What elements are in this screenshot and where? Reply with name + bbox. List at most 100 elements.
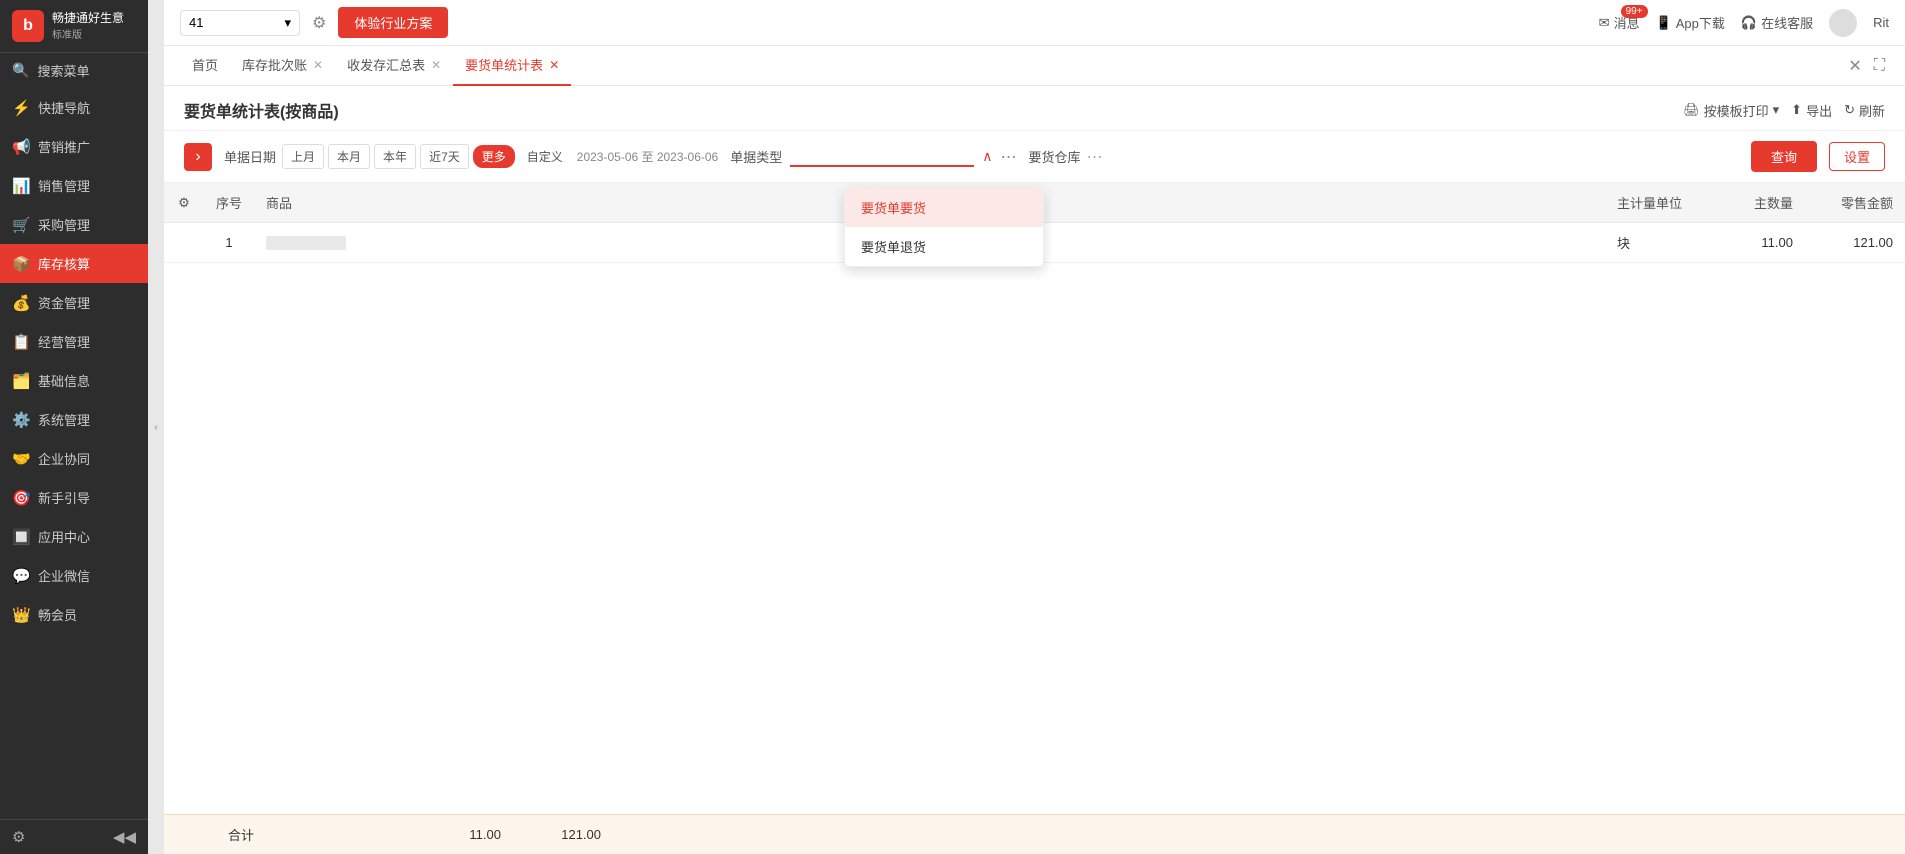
query-btn[interactable]: 查询	[1751, 141, 1817, 172]
type-more-icon[interactable]: ⋯	[1000, 147, 1016, 167]
tab-order-summary-close[interactable]: ✕	[549, 58, 559, 72]
sidebar-item-label: 采购管理	[38, 215, 90, 234]
row-num-cell: 1	[204, 223, 254, 263]
messages-btn[interactable]: ✉ 消息 99+	[1599, 13, 1640, 32]
tab-inventory-batch-close[interactable]: ✕	[313, 58, 323, 72]
row-qty-cell: 11.00	[1705, 223, 1805, 263]
dropdown-item-order-goods[interactable]: 要货单要货	[845, 188, 1043, 227]
this-year-btn[interactable]: 本年	[374, 144, 416, 169]
message-icon: ✉	[1599, 15, 1610, 31]
sidebar-item-quick-nav[interactable]: ⚡ 快捷导航	[0, 88, 148, 127]
sidebar-item-system[interactable]: ⚙️ 系统管理	[0, 400, 148, 439]
settings-btn[interactable]: 设置	[1829, 142, 1885, 171]
main-area: 41 ▾ ⚙ 体验行业方案 ✉ 消息 99+ 📱 App下载 🎧 在线客服 Ri…	[164, 0, 1905, 854]
type-filter-input[interactable]	[790, 146, 974, 167]
warehouse-more-icon[interactable]: ⋯	[1087, 147, 1103, 167]
print-chevron-icon: ▾	[1773, 102, 1780, 118]
logo-name: 畅捷通好生意	[52, 11, 124, 27]
sidebar-item-label: 营销推广	[38, 137, 90, 156]
tabs-actions: ✕ ⛶	[1844, 54, 1889, 78]
printer-icon: 🖨	[1683, 102, 1700, 118]
basic-icon: 🗂️	[12, 372, 30, 390]
sidebar-item-guide[interactable]: 🎯 新手引导	[0, 478, 148, 517]
tab-order-summary-label: 要货单统计表	[465, 55, 543, 74]
tab-receive-summary[interactable]: 收发存汇总表 ✕	[335, 46, 453, 86]
sidebar-item-label: 应用中心	[38, 527, 90, 546]
tab-receive-summary-label: 收发存汇总表	[347, 55, 425, 74]
dropdown-item-order-return[interactable]: 要货单退货	[845, 227, 1043, 266]
row-settings-cell	[164, 223, 204, 263]
dropdown-item-label: 要货单要货	[861, 201, 926, 216]
sidebar-search[interactable]: 🔍 搜索菜单	[0, 53, 148, 88]
tab-receive-summary-close[interactable]: ✕	[431, 58, 441, 72]
user-avatar[interactable]	[1829, 9, 1857, 37]
sidebar-search-label: 搜索菜单	[37, 61, 89, 80]
row-unit-cell: 块	[1605, 223, 1705, 263]
custom-date-btn[interactable]: 自定义	[519, 145, 571, 168]
store-selector[interactable]: 41 ▾	[180, 10, 300, 36]
collapse-icon[interactable]: ◀◀	[113, 828, 136, 846]
print-template-btn[interactable]: 🖨 按模板打印 ▾	[1683, 101, 1779, 120]
sidebar-item-enterprise[interactable]: 🤝 企业协同	[0, 439, 148, 478]
row-amount-cell: 121.00	[1805, 223, 1905, 263]
sidebar-item-operation[interactable]: 📋 经营管理	[0, 322, 148, 361]
app-download-label: App下载	[1676, 13, 1725, 32]
export-btn[interactable]: ⬆ 导出	[1791, 101, 1832, 120]
logo-sub: 标准版	[52, 26, 124, 41]
sidebar-item-purchase[interactable]: 🛒 采购管理	[0, 205, 148, 244]
sidebar-item-label: 资金管理	[38, 293, 90, 312]
search-icon: 🔍	[12, 62, 29, 79]
online-service-btn[interactable]: 🎧 在线客服	[1741, 13, 1813, 32]
sidebar-item-inventory[interactable]: 📦 库存核算	[0, 244, 148, 283]
sidebar-item-label: 销售管理	[38, 176, 90, 195]
tab-home[interactable]: 首页	[180, 46, 230, 86]
online-service-label: 在线客服	[1761, 13, 1813, 32]
sidebar-item-label: 企业协同	[38, 449, 90, 468]
this-month-btn[interactable]: 本月	[328, 144, 370, 169]
sidebar-item-marketing[interactable]: 📢 营销推广	[0, 127, 148, 166]
last-month-btn[interactable]: 上月	[282, 144, 324, 169]
tab-order-summary[interactable]: 要货单统计表 ✕	[453, 46, 571, 86]
filter-expand-btn[interactable]: ›	[184, 143, 212, 171]
table-footer: 合计 11.00 121.00	[164, 814, 1905, 854]
refresh-btn[interactable]: ↻ 刷新	[1844, 101, 1885, 120]
settings-icon[interactable]: ⚙	[12, 828, 25, 846]
enterprise-icon: 🤝	[12, 450, 30, 468]
phone-icon: 📱	[1656, 15, 1672, 31]
sidebar-item-member[interactable]: 👑 畅会员	[0, 595, 148, 634]
warehouse-filter-label: 要货仓库	[1028, 147, 1080, 166]
sidebar-item-basic[interactable]: 🗂️ 基础信息	[0, 361, 148, 400]
sidebar-item-finance[interactable]: 💰 资金管理	[0, 283, 148, 322]
tabs-expand-icon[interactable]: ⛶	[1870, 55, 1889, 77]
member-icon: 👑	[12, 606, 30, 624]
col-unit-header: 主计量单位	[1605, 183, 1705, 223]
tab-home-label: 首页	[192, 55, 218, 74]
sidebar-item-wechat[interactable]: 💬 企业微信	[0, 556, 148, 595]
operation-icon: 📋	[12, 333, 30, 351]
date-filter-label: 单据日期	[224, 147, 276, 166]
marketing-icon: 📢	[12, 138, 30, 156]
col-num-header: 序号	[204, 183, 254, 223]
trial-btn[interactable]: 体验行业方案	[338, 7, 448, 38]
guide-icon: 🎯	[12, 489, 30, 507]
topbar-gear-icon[interactable]: ⚙	[312, 13, 326, 33]
sidebar-item-apps[interactable]: 🔲 应用中心	[0, 517, 148, 556]
date-range-text: 2023-05-06 至 2023-06-06	[577, 148, 718, 165]
last-7-days-btn[interactable]: 近7天	[420, 144, 469, 169]
sidebar-logo: b 畅捷通好生意 标准版	[0, 0, 148, 53]
messages-badge: 99+	[1621, 5, 1648, 18]
export-icon: ⬆	[1791, 102, 1802, 118]
sidebar-collapse-toggle[interactable]: ‹	[148, 0, 164, 854]
tab-inventory-batch[interactable]: 库存批次账 ✕	[230, 46, 335, 86]
col-settings-header[interactable]: ⚙	[164, 183, 204, 223]
app-download-btn[interactable]: 📱 App下载	[1656, 13, 1725, 32]
inventory-icon: 📦	[12, 255, 30, 273]
headset-icon: 🎧	[1741, 15, 1757, 31]
filter-bar: › 单据日期 上月 本月 本年 近7天 更多 自定义 2023-05-06 至 …	[164, 131, 1905, 183]
type-dropdown-chevron-icon[interactable]: ∧	[982, 148, 992, 165]
tabs-close-all-icon[interactable]: ✕	[1844, 54, 1865, 78]
sales-icon: 📊	[12, 177, 30, 195]
topbar-left: 41 ▾ ⚙ 体验行业方案	[180, 7, 448, 38]
more-dates-btn[interactable]: 更多	[473, 145, 515, 168]
sidebar-item-sales[interactable]: 📊 销售管理	[0, 166, 148, 205]
